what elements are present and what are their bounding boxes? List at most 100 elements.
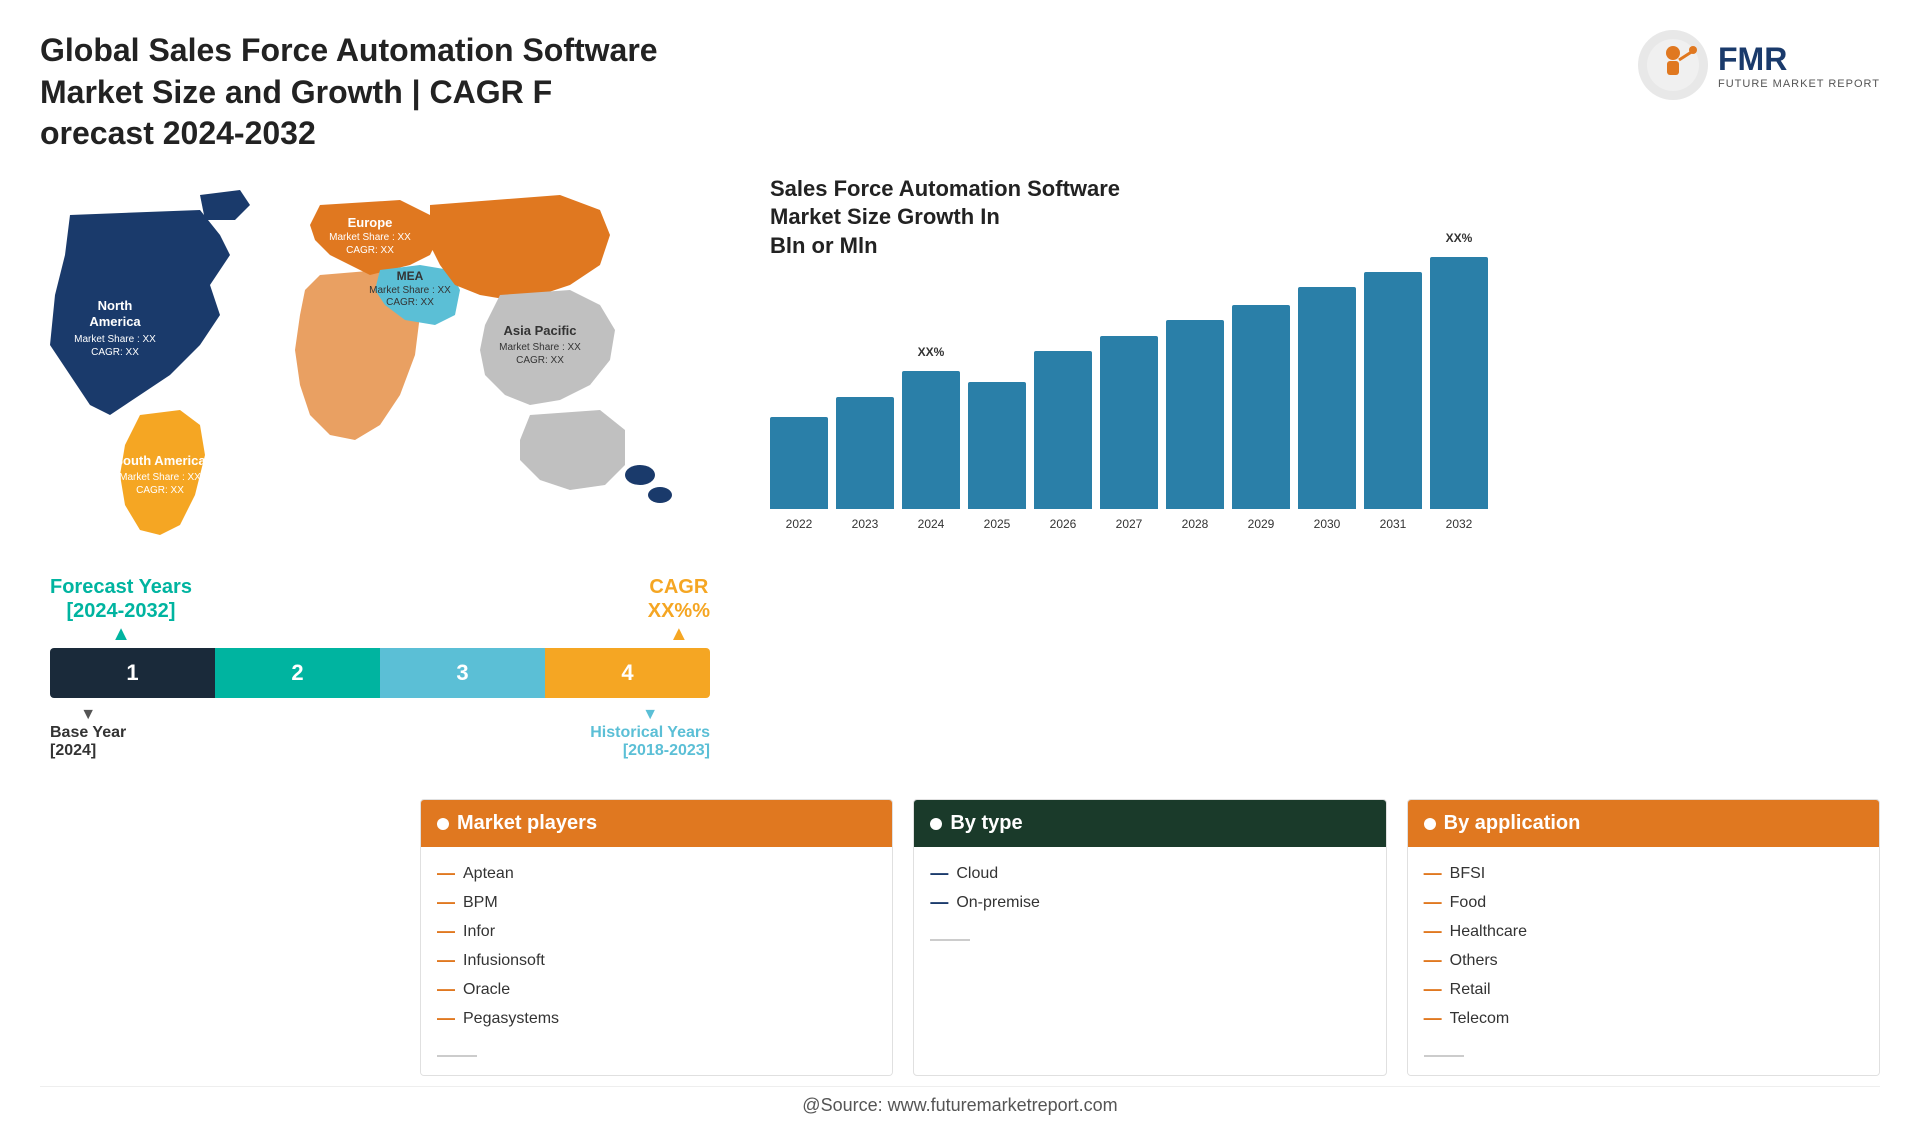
bar-group-2026: 2026 <box>1034 231 1092 531</box>
bar-year-2022: 2022 <box>786 517 813 531</box>
forecast-label: Forecast Years[2024-2032] <box>50 575 192 623</box>
bar-2029 <box>1232 305 1290 509</box>
by-application-dot <box>1424 818 1436 830</box>
bar-group-2024: XX% 2024 <box>902 231 960 531</box>
bar-group-2027: 2027 <box>1100 231 1158 531</box>
svg-text:America: America <box>89 314 141 329</box>
list-item: —Infusionsoft <box>437 946 876 975</box>
segment-3: 3 <box>380 648 545 698</box>
bar-year-2032: 2032 <box>1446 517 1473 531</box>
page-container: Global Sales Force Automation Software M… <box>0 0 1920 1146</box>
bar-year-2030: 2030 <box>1314 517 1341 531</box>
list-item: —Healthcare <box>1424 917 1863 946</box>
market-players-dot <box>437 818 449 830</box>
bar-group-2028: 2028 <box>1166 231 1224 531</box>
historical-years-label: Historical Years[2018-2023] <box>590 724 710 760</box>
bar-group-2032: XX% 2032 <box>1430 231 1488 531</box>
segment-4: 4 <box>545 648 710 698</box>
svg-text:CAGR: XX: CAGR: XX <box>386 297 434 308</box>
bar-year-2027: 2027 <box>1116 517 1143 531</box>
by-type-dot <box>930 818 942 830</box>
svg-text:Europe: Europe <box>348 215 393 230</box>
svg-text:Market Share : XX: Market Share : XX <box>329 232 411 243</box>
by-application-body: —BFSI —Food —Healthcare —Others —Retail … <box>1408 847 1879 1045</box>
bar-label-top-2024: XX% <box>918 345 945 363</box>
header: Global Sales Force Automation Software M… <box>40 30 1880 155</box>
info-panels: Market players —Aptean —BPM —Infor —Infu… <box>420 799 1880 1076</box>
by-type-footer <box>914 929 1385 959</box>
bar-2022 <box>770 417 828 509</box>
list-item: —BFSI <box>1424 859 1863 888</box>
by-type-panel: By type —Cloud —On-premise <box>913 799 1386 1076</box>
svg-text:Market Share : XX: Market Share : XX <box>499 342 581 353</box>
bar-year-2023: 2023 <box>852 517 879 531</box>
bar-year-2031: 2031 <box>1380 517 1407 531</box>
bar-year-2026: 2026 <box>1050 517 1077 531</box>
list-item: —Others <box>1424 946 1863 975</box>
bar-2024 <box>902 371 960 509</box>
bar-group-2030: 2030 <box>1298 231 1356 531</box>
page-title: Global Sales Force Automation Software M… <box>40 30 740 155</box>
list-item: —Aptean <box>437 859 876 888</box>
bar-group-2022: 2022 <box>770 231 828 531</box>
timeline-box: Forecast Years[2024-2032] ▲ CAGRXX%% ▲ 1… <box>40 565 720 770</box>
logo-subtext: FUTURE MARKET REPORT <box>1718 78 1880 90</box>
bar-group-2029: 2029 <box>1232 231 1290 531</box>
list-item: —Retail <box>1424 975 1863 1004</box>
main-content: North America Market Share : XX CAGR: XX… <box>40 175 1880 789</box>
bar-2030 <box>1298 287 1356 509</box>
bar-label-top-2032: XX% <box>1446 231 1473 249</box>
bar-year-2024: 2024 <box>918 517 945 531</box>
bar-year-2025: 2025 <box>984 517 1011 531</box>
source-footer: @Source: www.futuremarketreport.com <box>40 1086 1880 1116</box>
map-section: North America Market Share : XX CAGR: XX… <box>40 175 720 789</box>
logo-text-block: FMR FUTURE MARKET REPORT <box>1718 41 1880 90</box>
bar-group-2031: 2031 <box>1364 231 1422 531</box>
market-players-panel: Market players —Aptean —BPM —Infor —Infu… <box>420 799 893 1076</box>
logo-text: FMR <box>1718 41 1880 78</box>
svg-text:Market Share : XX: Market Share : XX <box>369 285 451 296</box>
chart-section: Sales Force Automation SoftwareMarket Si… <box>750 175 1880 789</box>
cagr-label: CAGRXX%% <box>648 575 710 623</box>
segment-2: 2 <box>215 648 380 698</box>
by-application-header: By application <box>1408 800 1879 847</box>
bar-2027 <box>1100 336 1158 509</box>
bar-2028 <box>1166 320 1224 509</box>
market-players-header: Market players <box>421 800 892 847</box>
svg-text:Market Share : XX: Market Share : XX <box>74 334 156 345</box>
by-application-panel: By application —BFSI —Food —Healthcare —… <box>1407 799 1880 1076</box>
list-item: —Cloud <box>930 859 1369 888</box>
bar-chart: 2022 2023 XX% 2024 2025 2026 2027 2028 2029 2030 2… <box>770 281 1880 561</box>
list-item: —BPM <box>437 888 876 917</box>
world-map: North America Market Share : XX CAGR: XX… <box>40 175 720 555</box>
segment-1: 1 <box>50 648 215 698</box>
bar-2025 <box>968 382 1026 509</box>
market-players-footer <box>421 1045 892 1075</box>
svg-text:South America: South America <box>114 453 206 468</box>
bar-group-2025: 2025 <box>968 231 1026 531</box>
market-players-body: —Aptean —BPM —Infor —Infusionsoft —Oracl… <box>421 847 892 1045</box>
logo-icon <box>1638 30 1708 100</box>
svg-text:Asia Pacific: Asia Pacific <box>504 323 577 338</box>
svg-text:MEA: MEA <box>397 269 424 283</box>
svg-text:CAGR: XX: CAGR: XX <box>516 355 564 366</box>
svg-text:CAGR: XX: CAGR: XX <box>136 485 184 496</box>
list-item: —Oracle <box>437 975 876 1004</box>
by-application-footer <box>1408 1045 1879 1075</box>
logo-area: FMR FUTURE MARKET REPORT <box>1638 30 1880 100</box>
bar-year-2028: 2028 <box>1182 517 1209 531</box>
list-item: —Food <box>1424 888 1863 917</box>
list-item: —Infor <box>437 917 876 946</box>
bar-group-2023: 2023 <box>836 231 894 531</box>
svg-text:North: North <box>98 298 133 313</box>
by-type-header: By type <box>914 800 1385 847</box>
bar-year-2029: 2029 <box>1248 517 1275 531</box>
base-year-label: Base Year[2024] <box>50 724 126 760</box>
list-item: —Pegasystems <box>437 1004 876 1033</box>
list-item: —On-premise <box>930 888 1369 917</box>
svg-text:CAGR: XX: CAGR: XX <box>346 245 394 256</box>
list-item: —Telecom <box>1424 1004 1863 1033</box>
bar-2026 <box>1034 351 1092 509</box>
svg-text:CAGR: XX: CAGR: XX <box>91 347 139 358</box>
timeline-bar: 1 2 3 4 <box>50 648 710 698</box>
